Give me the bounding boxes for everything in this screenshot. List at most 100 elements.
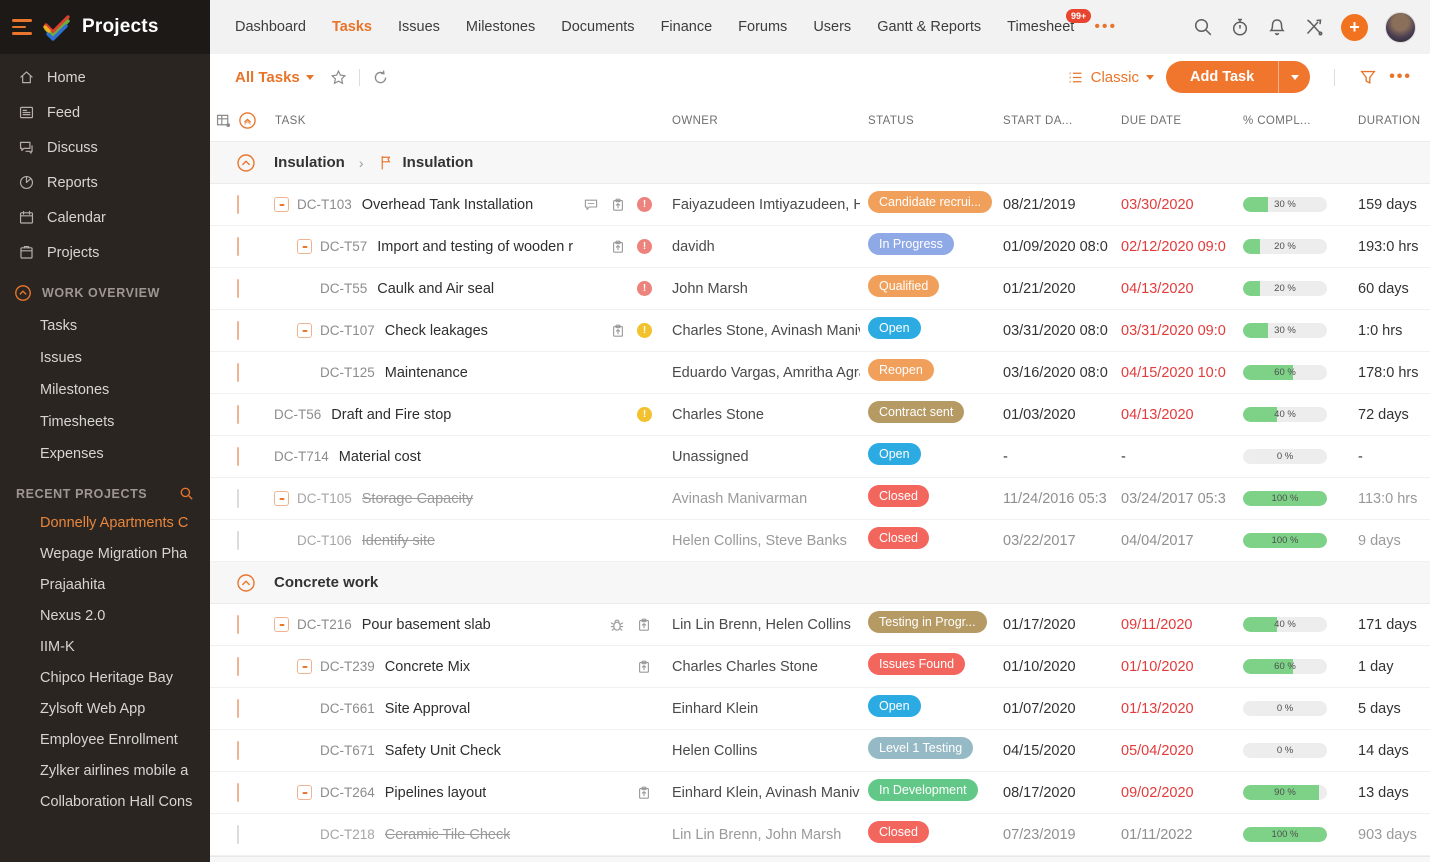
priority-flag-icon[interactable]: ! (637, 239, 652, 254)
owner-name[interactable]: Charles Stone (672, 407, 764, 423)
sidebar-item-home[interactable]: Home (0, 60, 210, 95)
row-checkbox[interactable] (237, 405, 239, 424)
task-title[interactable]: Pipelines layout (385, 785, 487, 801)
work-overview-item-milestones[interactable]: Milestones (0, 374, 210, 406)
row-checkbox[interactable] (237, 489, 239, 508)
owner-name[interactable]: Unassigned (672, 449, 749, 465)
row-checkbox[interactable] (237, 699, 239, 718)
nav-tab-documents[interactable]: Documents (561, 19, 634, 35)
owner-name[interactable]: davidh (672, 239, 715, 255)
task-title[interactable]: Site Approval (385, 701, 470, 717)
status-badge[interactable]: Closed (868, 527, 929, 549)
status-badge[interactable]: Open (868, 443, 921, 465)
recent-project-item[interactable]: IIM-K (0, 631, 210, 662)
recent-project-item[interactable]: Zylsoft Web App (0, 693, 210, 724)
task-title[interactable]: Import and testing of wooden r (377, 239, 573, 255)
log-hours-icon[interactable] (636, 659, 652, 675)
task-title[interactable]: Caulk and Air seal (377, 281, 494, 297)
status-badge[interactable]: Open (868, 695, 921, 717)
status-badge[interactable]: In Development (868, 779, 978, 801)
work-overview-item-tasks[interactable]: Tasks (0, 310, 210, 342)
recent-project-item[interactable]: Zylker airlines mobile a (0, 755, 210, 786)
owner-name[interactable]: Eduardo Vargas, Amritha Agra (672, 365, 860, 381)
column-header-duration[interactable]: DURATION (1350, 115, 1430, 127)
search-icon[interactable] (1193, 17, 1213, 37)
log-hours-icon[interactable] (636, 785, 652, 801)
log-hours-icon[interactable] (636, 617, 652, 633)
expand-subtasks-toggle[interactable] (274, 197, 289, 212)
work-overview-item-expenses[interactable]: Expenses (0, 438, 210, 470)
favorite-star-icon[interactable] (330, 69, 347, 86)
column-header-due-date[interactable]: DUE DATE (1114, 115, 1234, 127)
row-checkbox[interactable] (237, 825, 239, 844)
task-title[interactable]: Concrete Mix (385, 659, 470, 675)
priority-flag-icon[interactable]: ! (637, 197, 652, 212)
expand-subtasks-toggle[interactable] (297, 239, 312, 254)
owner-name[interactable]: Lin Lin Brenn, John Marsh (672, 827, 841, 843)
row-checkbox[interactable] (237, 363, 239, 382)
column-header-%-compl-[interactable]: % COMPL... (1234, 115, 1350, 127)
nav-tab-tasks[interactable]: Tasks (332, 19, 372, 35)
toolbar-more-button[interactable]: ••• (1389, 68, 1412, 86)
task-group-name[interactable]: Concrete work (274, 574, 378, 591)
add-task-dropdown[interactable] (1278, 61, 1310, 93)
column-settings-icon[interactable] (215, 112, 232, 129)
log-hours-icon[interactable] (610, 197, 626, 213)
owner-name[interactable]: Avinash Manivarman (672, 491, 807, 507)
recent-project-item[interactable]: Wepage Migration Pha (0, 538, 210, 569)
priority-flag-icon[interactable]: ! (637, 323, 652, 338)
priority-flag-icon[interactable]: ! (637, 281, 652, 296)
task-title[interactable]: Identify site (362, 533, 435, 549)
nav-tab-milestones[interactable]: Milestones (466, 19, 535, 35)
layout-picker[interactable]: Classic (1067, 69, 1154, 86)
recent-project-item[interactable]: Employee Enrollment (0, 724, 210, 755)
status-badge[interactable]: Level 1 Testing (868, 737, 973, 759)
recent-project-item[interactable]: Donnelly Apartments C (0, 507, 210, 538)
notifications-bell-icon[interactable] (1267, 17, 1287, 37)
nav-tab-gantt-reports[interactable]: Gantt & Reports (877, 19, 981, 35)
status-badge[interactable]: Contract sent (868, 401, 964, 423)
status-badge[interactable]: Candidate recrui... (868, 191, 992, 213)
view-filter-dropdown[interactable]: All Tasks (235, 69, 314, 86)
task-title[interactable]: Overhead Tank Installation (362, 197, 533, 213)
task-group-name[interactable]: Insulation (274, 154, 345, 171)
filter-funnel-icon[interactable] (1359, 68, 1377, 86)
collapse-all-icon[interactable] (238, 111, 257, 130)
refresh-icon[interactable] (372, 69, 389, 86)
user-avatar[interactable] (1385, 12, 1416, 43)
project-search-icon[interactable] (179, 486, 194, 501)
row-checkbox[interactable] (237, 237, 239, 256)
row-checkbox[interactable] (237, 447, 239, 466)
setup-tools-icon[interactable] (1304, 17, 1324, 37)
row-checkbox[interactable] (237, 615, 239, 634)
milestone-name[interactable]: Insulation (403, 154, 474, 171)
task-title[interactable]: Maintenance (385, 365, 468, 381)
work-overview-section[interactable]: WORK OVERVIEW (0, 270, 210, 310)
add-task-button[interactable]: Add Task (1166, 61, 1278, 93)
sidebar-item-reports[interactable]: Reports (0, 165, 210, 200)
owner-name[interactable]: Charles Charles Stone (672, 659, 818, 675)
recent-project-item[interactable]: Chipco Heritage Bay (0, 662, 210, 693)
status-badge[interactable]: Closed (868, 485, 929, 507)
log-hours-icon[interactable] (610, 239, 626, 255)
status-badge[interactable]: Closed (868, 821, 929, 843)
task-title[interactable]: Storage Capacity (362, 491, 473, 507)
bug-icon[interactable] (609, 617, 625, 633)
row-checkbox[interactable] (237, 657, 239, 676)
nav-tab-finance[interactable]: Finance (661, 19, 713, 35)
sidebar-item-projects[interactable]: Projects (0, 235, 210, 270)
owner-name[interactable]: Einhard Klein (672, 701, 758, 717)
row-checkbox[interactable] (237, 741, 239, 760)
nav-tab-dashboard[interactable]: Dashboard (235, 19, 306, 35)
task-title[interactable]: Ceramic Tile Check (385, 827, 511, 843)
quick-add-button[interactable]: + (1341, 14, 1368, 41)
row-checkbox[interactable] (237, 279, 239, 298)
owner-name[interactable]: Lin Lin Brenn, Helen Collins (672, 617, 851, 633)
recent-project-item[interactable]: Nexus 2.0 (0, 600, 210, 631)
row-checkbox[interactable] (237, 531, 239, 550)
task-title[interactable]: Material cost (339, 449, 421, 465)
work-overview-item-timesheets[interactable]: Timesheets (0, 406, 210, 438)
timer-icon[interactable] (1230, 17, 1250, 37)
comment-icon[interactable] (583, 197, 599, 213)
recent-project-item[interactable]: Collaboration Hall Cons (0, 786, 210, 817)
